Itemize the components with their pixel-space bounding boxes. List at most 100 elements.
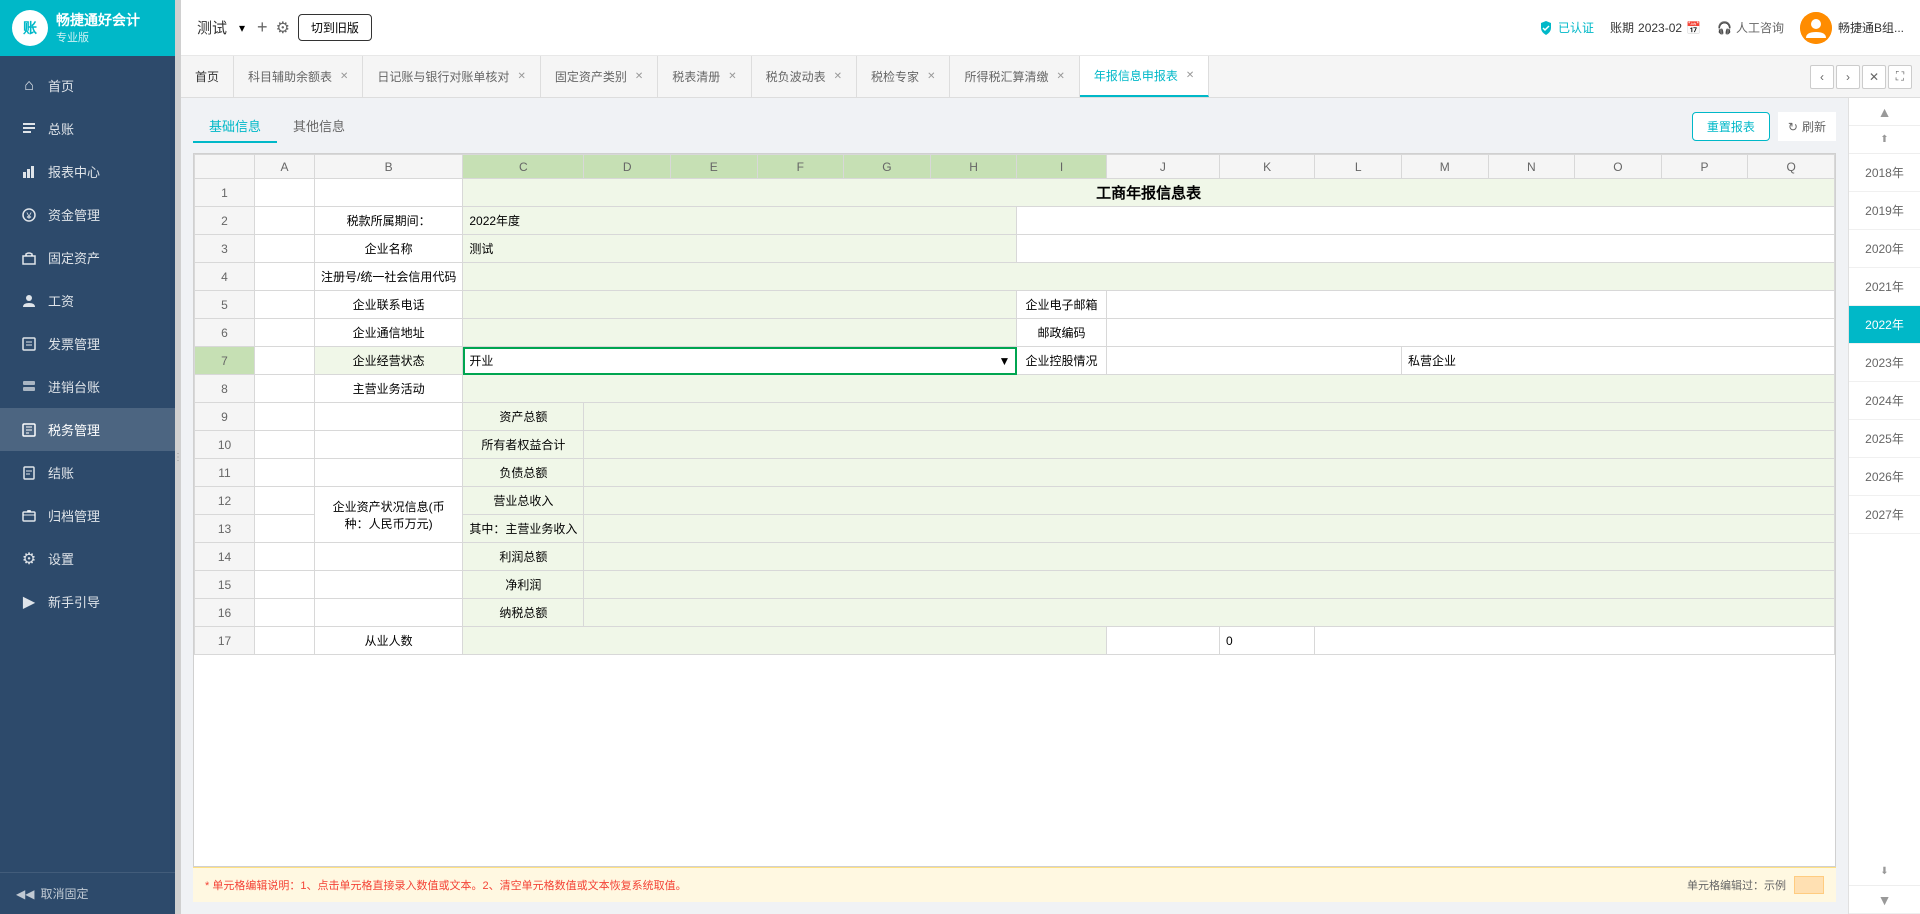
sidebar-item-guide[interactable]: ▶ 新手引导 bbox=[0, 580, 175, 623]
calendar-icon[interactable]: 📅 bbox=[1686, 21, 1701, 35]
cell-14-c[interactable]: 利润总额 bbox=[463, 543, 584, 571]
cell-3-b[interactable]: 企业名称 bbox=[315, 235, 463, 263]
tab-income[interactable]: 所得税汇算清缴 ✕ bbox=[950, 56, 1079, 97]
cell-3-a[interactable] bbox=[255, 235, 315, 263]
cell-5-a[interactable] bbox=[255, 291, 315, 319]
cell-14-d[interactable] bbox=[584, 543, 1835, 571]
tab-yearreport-close[interactable]: ✕ bbox=[1186, 70, 1194, 81]
dropdown-arrow-icon[interactable]: ▼ bbox=[998, 354, 1010, 368]
cell-15-c[interactable]: 净利润 bbox=[463, 571, 584, 599]
cell-1-title[interactable]: 工商年报信息表 bbox=[463, 179, 1835, 207]
cell-2-b[interactable]: 税款所属期间： bbox=[315, 207, 463, 235]
year-scroll-bottom[interactable]: ⬇ bbox=[1849, 858, 1920, 886]
year-item-2022[interactable]: 2022年 bbox=[1849, 306, 1920, 344]
cell-6-j[interactable]: 邮政编码 bbox=[1017, 319, 1106, 347]
cell-16-a[interactable] bbox=[255, 599, 315, 627]
col-n[interactable]: N bbox=[1488, 155, 1575, 179]
cell-7-b[interactable]: 企业经营状态 bbox=[315, 347, 463, 375]
cell-11-a[interactable] bbox=[255, 459, 315, 487]
year-item-2026[interactable]: 2026年 bbox=[1849, 458, 1920, 496]
year-scroll-up[interactable]: ▲ bbox=[1849, 98, 1920, 126]
cell-16-d[interactable] bbox=[584, 599, 1835, 627]
cell-15-a[interactable] bbox=[255, 571, 315, 599]
tab-aux-close[interactable]: ✕ bbox=[340, 71, 348, 82]
tab-home[interactable]: 首页 bbox=[181, 56, 234, 97]
year-scroll-top[interactable]: ⬆ bbox=[1849, 126, 1920, 154]
cell-4-b[interactable]: 注册号/统一社会信用代码 bbox=[315, 263, 463, 291]
cell-11-b[interactable] bbox=[315, 459, 463, 487]
topbar-dropdown[interactable]: ▾ bbox=[239, 21, 245, 35]
add-button[interactable]: + bbox=[257, 17, 268, 38]
sidebar-item-home[interactable]: ⌂ 首页 bbox=[0, 64, 175, 107]
col-p[interactable]: P bbox=[1661, 155, 1748, 179]
col-m[interactable]: M bbox=[1401, 155, 1488, 179]
cell-17-b[interactable]: 从业人数 bbox=[315, 627, 463, 655]
user-area[interactable]: 畅捷通B组... bbox=[1800, 12, 1904, 44]
cell-6-c[interactable] bbox=[463, 319, 1017, 347]
cell-5-b[interactable]: 企业联系电话 bbox=[315, 291, 463, 319]
year-item-2027[interactable]: 2027年 bbox=[1849, 496, 1920, 534]
cell-8-b[interactable]: 主营业务活动 bbox=[315, 375, 463, 403]
year-item-2024[interactable]: 2024年 bbox=[1849, 382, 1920, 420]
tab-prev-button[interactable]: ‹ bbox=[1810, 65, 1834, 89]
cell-3-c[interactable]: 测试 bbox=[463, 235, 1017, 263]
cell-10-a[interactable] bbox=[255, 431, 315, 459]
sidebar-item-reports[interactable]: 报表中心 bbox=[0, 150, 175, 193]
cell-2-a[interactable] bbox=[255, 207, 315, 235]
cell-12-c[interactable]: 营业总收入 bbox=[463, 487, 584, 515]
cell-6-k[interactable] bbox=[1106, 319, 1834, 347]
cell-15-d[interactable] bbox=[584, 571, 1835, 599]
cell-10-c[interactable]: 所有者权益合计 bbox=[463, 431, 584, 459]
sidebar-item-invoice[interactable]: 发票管理 bbox=[0, 322, 175, 365]
sidebar-item-finance[interactable]: ¥ 资金管理 bbox=[0, 193, 175, 236]
cell-7-a[interactable] bbox=[255, 347, 315, 375]
sidebar-item-assets[interactable]: 固定资产 bbox=[0, 236, 175, 279]
tab-journal-close[interactable]: ✕ bbox=[517, 71, 525, 82]
sidebar-item-ledger[interactable]: 总账 bbox=[0, 107, 175, 150]
tab-yearreport[interactable]: 年报信息申报表 ✕ bbox=[1080, 56, 1209, 97]
tab-fixed-close[interactable]: ✕ bbox=[635, 71, 643, 82]
reset-button[interactable]: 重置报表 bbox=[1692, 112, 1770, 141]
support-button[interactable]: 🎧 人工咨询 bbox=[1717, 19, 1784, 36]
col-h[interactable]: H bbox=[930, 155, 1017, 179]
tab-expand-button[interactable]: ⛶ bbox=[1888, 65, 1912, 89]
tab-taxform[interactable]: 税表清册 ✕ bbox=[658, 56, 751, 97]
sidebar-item-tax[interactable]: 税务管理 bbox=[0, 408, 175, 451]
sidebar-item-closing[interactable]: 结账 bbox=[0, 451, 175, 494]
tab-taxcheck[interactable]: 税检专家 ✕ bbox=[857, 56, 950, 97]
col-d[interactable]: D bbox=[584, 155, 671, 179]
cell-3-rest[interactable] bbox=[1017, 235, 1835, 263]
cell-6-a[interactable] bbox=[255, 319, 315, 347]
cell-2-c[interactable]: 2022年度 bbox=[463, 207, 1017, 235]
cell-9-d[interactable] bbox=[584, 403, 1835, 431]
sidebar-item-purchase[interactable]: 进销台账 bbox=[0, 365, 175, 408]
col-a[interactable]: A bbox=[255, 155, 315, 179]
cell-1-a[interactable] bbox=[255, 179, 315, 207]
switch-version-button[interactable]: 切到旧版 bbox=[298, 14, 372, 41]
cell-4-c[interactable] bbox=[463, 263, 1835, 291]
year-item-2019[interactable]: 2019年 bbox=[1849, 192, 1920, 230]
spreadsheet-container[interactable]: A B C D E F G H I J K L bbox=[193, 153, 1836, 867]
year-item-2021[interactable]: 2021年 bbox=[1849, 268, 1920, 306]
col-q[interactable]: Q bbox=[1748, 155, 1835, 179]
cell-17-l[interactable] bbox=[1315, 627, 1835, 655]
sidebar-item-archive[interactable]: 归档管理 bbox=[0, 494, 175, 537]
year-scroll-down[interactable]: ▼ bbox=[1849, 886, 1920, 914]
sheet-tab-other[interactable]: 其他信息 bbox=[277, 110, 361, 143]
tab-close-all-button[interactable]: ✕ bbox=[1862, 65, 1886, 89]
cell-2-rest[interactable] bbox=[1017, 207, 1835, 235]
cell-17-j[interactable] bbox=[1106, 627, 1219, 655]
col-j[interactable]: J bbox=[1106, 155, 1219, 179]
col-g[interactable]: G bbox=[844, 155, 931, 179]
tab-taxcheck-close[interactable]: ✕ bbox=[927, 71, 935, 82]
cell-12-a[interactable] bbox=[255, 487, 315, 515]
cell-12-d[interactable] bbox=[584, 487, 1835, 515]
sidebar-item-payroll[interactable]: 工资 bbox=[0, 279, 175, 322]
unpin-button[interactable]: ◀◀ 取消固定 bbox=[16, 885, 159, 902]
col-l[interactable]: L bbox=[1315, 155, 1402, 179]
cell-5-k[interactable] bbox=[1106, 291, 1834, 319]
cell-7-n[interactable]: 私营企业 bbox=[1401, 347, 1834, 375]
cell-8-a[interactable] bbox=[255, 375, 315, 403]
col-k[interactable]: K bbox=[1219, 155, 1314, 179]
tab-taxwave[interactable]: 税负波动表 ✕ bbox=[752, 56, 857, 97]
